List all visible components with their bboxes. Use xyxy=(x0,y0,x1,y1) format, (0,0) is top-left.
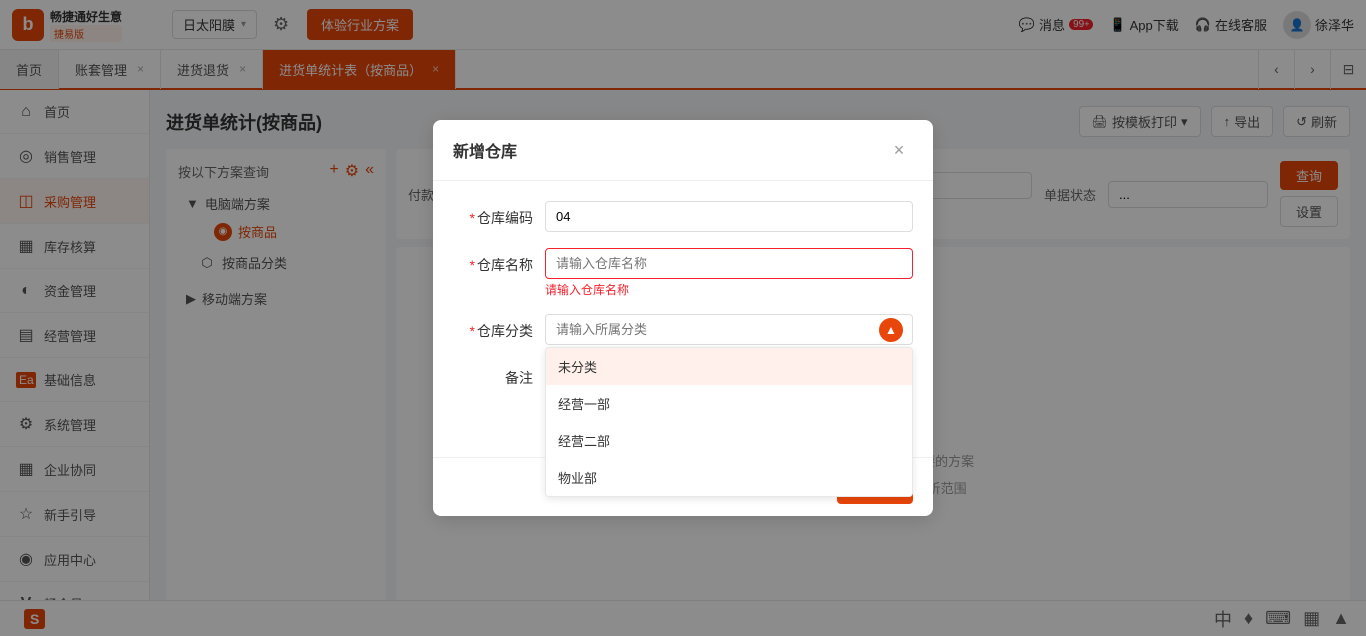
modal-body: *仓库编码 *仓库名称 请输入仓库名称 *仓库分类 xyxy=(433,181,933,457)
name-label: *仓库名称 xyxy=(453,248,533,275)
notes-label: 备注 xyxy=(453,361,533,388)
code-label: *仓库编码 xyxy=(453,201,533,228)
category-dropdown-menu: 未分类 经营一部 经营二部 物业部 xyxy=(545,347,913,497)
name-error-tip: 请输入仓库名称 xyxy=(545,281,913,298)
name-input[interactable] xyxy=(545,248,913,279)
category-row: *仓库分类 ▲ 未分类 经营一部 经营二部 物业部 xyxy=(453,314,913,345)
dropdown-item-ops1[interactable]: 经营一部 xyxy=(546,385,912,422)
dropdown-item-uncategorized[interactable]: 未分类 xyxy=(546,348,912,385)
category-dropdown-wrapper: ▲ xyxy=(545,314,913,345)
category-input[interactable] xyxy=(545,314,913,345)
code-row: *仓库编码 xyxy=(453,201,913,232)
dropdown-item-ops2[interactable]: 经营二部 xyxy=(546,422,912,459)
category-label: *仓库分类 xyxy=(453,314,533,341)
modal-close-btn[interactable]: × xyxy=(885,136,913,164)
category-field: ▲ 未分类 经营一部 经营二部 物业部 xyxy=(545,314,913,345)
modal-overlay[interactable]: 新增仓库 × *仓库编码 *仓库名称 请输入仓库名称 xyxy=(0,0,1366,636)
modal-title: 新增仓库 xyxy=(453,138,517,162)
code-input[interactable] xyxy=(545,201,913,232)
modal-header: 新增仓库 × xyxy=(433,120,933,181)
name-field: 请输入仓库名称 xyxy=(545,248,913,298)
dropdown-item-property[interactable]: 物业部 xyxy=(546,459,912,496)
category-dropdown-arrow[interactable]: ▲ xyxy=(879,318,903,342)
add-warehouse-modal: 新增仓库 × *仓库编码 *仓库名称 请输入仓库名称 xyxy=(433,120,933,516)
name-row: *仓库名称 请输入仓库名称 xyxy=(453,248,913,298)
